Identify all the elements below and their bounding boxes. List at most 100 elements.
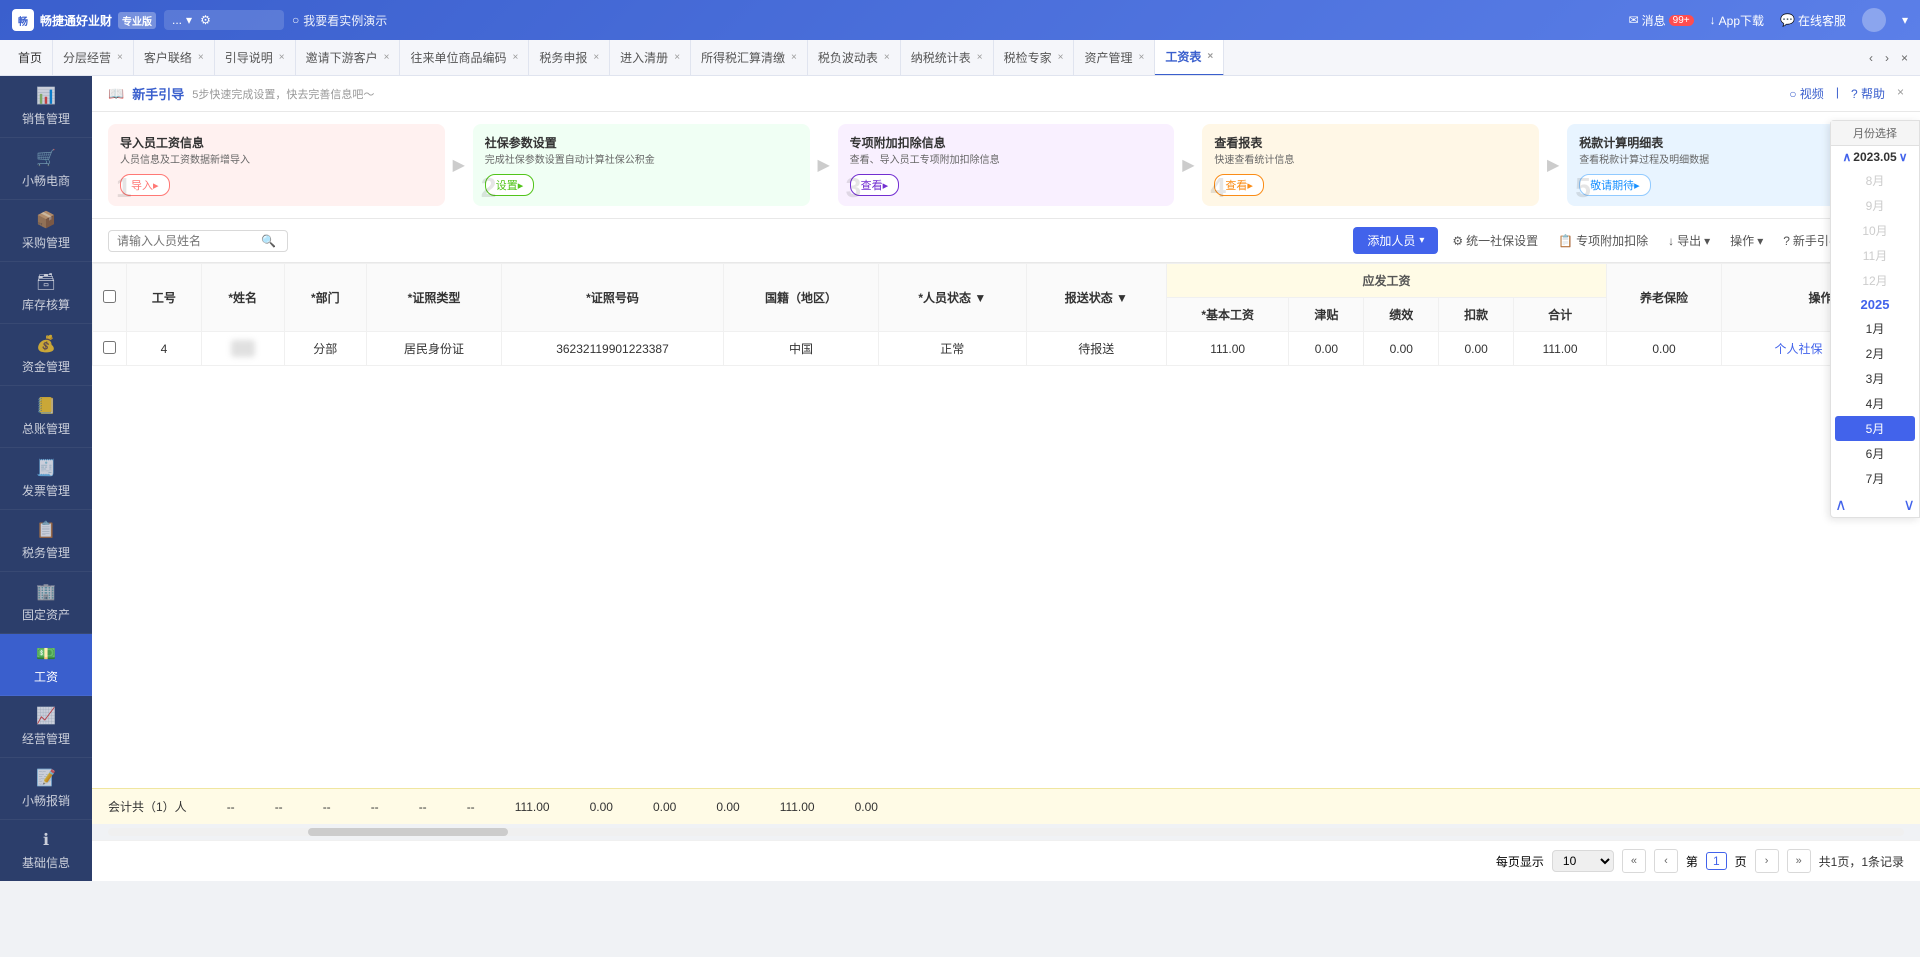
settings-icon[interactable]: ⚙ bbox=[200, 13, 211, 27]
guide-video-link[interactable]: ○ 视频 bbox=[1789, 85, 1824, 102]
personal-social-insurance-link[interactable]: 个人社保 bbox=[1774, 342, 1822, 356]
guide-close-button[interactable]: × bbox=[1897, 85, 1904, 102]
tab-prev-button[interactable]: ‹ bbox=[1865, 49, 1877, 67]
user-avatar[interactable] bbox=[1862, 8, 1886, 32]
step-desc-3: 查看、导入员工专项附加扣除信息 bbox=[850, 154, 1163, 168]
tab-tax-stats[interactable]: 纳税统计表 × bbox=[901, 40, 994, 76]
tab-tax-report-close[interactable]: × bbox=[593, 52, 599, 63]
col-total: 合计 bbox=[1514, 298, 1607, 332]
message-button[interactable]: ✉ 消息 99+ bbox=[1629, 12, 1694, 29]
tab-tax-expert-close[interactable]: × bbox=[1058, 52, 1064, 63]
month-item-4[interactable]: 4月 bbox=[1831, 391, 1919, 416]
tab-payroll-close[interactable]: × bbox=[1207, 51, 1213, 62]
tab-clear[interactable]: 进入清册 × bbox=[610, 40, 691, 76]
tab-guide[interactable]: 引导说明 × bbox=[215, 40, 296, 76]
tab-close-all-button[interactable]: × bbox=[1897, 49, 1912, 67]
step-arrow-1: ▶ bbox=[445, 151, 473, 179]
tab-goods-code[interactable]: 往来单位商品编码 × bbox=[400, 40, 529, 76]
tab-goods-code-close[interactable]: × bbox=[512, 52, 518, 63]
tab-clear-close[interactable]: × bbox=[674, 52, 680, 63]
col-dept: *部门 bbox=[284, 264, 367, 332]
sidebar-item-ledger[interactable]: 📒 总账管理 bbox=[0, 386, 92, 448]
month-item-7[interactable]: 7月 bbox=[1831, 466, 1919, 491]
tab-layered-close[interactable]: × bbox=[117, 52, 123, 63]
tab-assets[interactable]: 资产管理 × bbox=[1074, 40, 1155, 76]
horizontal-scrollbar[interactable] bbox=[108, 828, 1904, 836]
next-page-button[interactable]: › bbox=[1755, 849, 1779, 873]
select-all-checkbox[interactable] bbox=[103, 290, 116, 303]
year-next-button[interactable]: ∨ bbox=[1899, 150, 1908, 164]
month-item-8: 8月 bbox=[1831, 168, 1919, 193]
tab-tax-stats-close[interactable]: × bbox=[977, 52, 983, 63]
operations-button[interactable]: 操作 ▾ bbox=[1724, 228, 1769, 253]
sidebar-item-basic-info[interactable]: ℹ 基础信息 bbox=[0, 820, 92, 881]
last-page-button[interactable]: » bbox=[1787, 849, 1811, 873]
prev-page-button[interactable]: ‹ bbox=[1654, 849, 1678, 873]
tab-tax-relief[interactable]: 税负波动表 × bbox=[808, 40, 901, 76]
month-panel-scroll-up[interactable]: ∧ bbox=[1835, 495, 1847, 515]
tab-next-button[interactable]: › bbox=[1881, 49, 1893, 67]
per-page-select[interactable]: 10 20 50 bbox=[1552, 850, 1614, 872]
tab-tax-expert[interactable]: 税检专家 × bbox=[994, 40, 1075, 76]
add-person-button[interactable]: 添加人员 ▾ bbox=[1353, 227, 1438, 254]
sidebar-item-reports[interactable]: 📝 小畅报销 bbox=[0, 758, 92, 820]
first-page-button[interactable]: « bbox=[1622, 849, 1646, 873]
tab-tax-relief-close[interactable]: × bbox=[884, 52, 890, 63]
year-prev-button[interactable]: ∧ bbox=[1843, 150, 1852, 164]
sidebar-item-inventory[interactable]: 🗃 库存核算 bbox=[0, 262, 92, 324]
special-deduction-button[interactable]: 📋 专项附加扣除 bbox=[1552, 228, 1654, 253]
submit-filter-icon[interactable]: ▼ bbox=[1116, 291, 1128, 305]
tab-invite[interactable]: 邀请下游客户 × bbox=[296, 40, 401, 76]
user-menu-button[interactable]: ▾ bbox=[1902, 13, 1908, 27]
month-panel-scroll-down[interactable]: ∨ bbox=[1903, 495, 1915, 515]
sidebar-item-sales[interactable]: 📊 销售管理 bbox=[0, 76, 92, 138]
export-icon: ↓ bbox=[1668, 234, 1674, 248]
sidebar-item-tax[interactable]: 📋 税务管理 bbox=[0, 510, 92, 572]
pagination-bar: 每页显示 10 20 50 « ‹ 第 1 页 › » 共1页，1条记录 bbox=[92, 840, 1920, 881]
tab-tax-report[interactable]: 税务申报 × bbox=[529, 40, 610, 76]
sidebar-item-invoice[interactable]: 🧾 发票管理 bbox=[0, 448, 92, 510]
month-item-1[interactable]: 1月 bbox=[1831, 316, 1919, 341]
guide-help-link[interactable]: ? 帮助 bbox=[1851, 85, 1885, 102]
month-item-2[interactable]: 2月 bbox=[1831, 341, 1919, 366]
export-button[interactable]: ↓ 导出 ▾ bbox=[1662, 228, 1716, 253]
step-card-4: 查看报表 快速查看统计信息 查看▸ 4 bbox=[1202, 124, 1539, 206]
month-item-3[interactable]: 3月 bbox=[1831, 366, 1919, 391]
tab-guide-close[interactable]: × bbox=[279, 52, 285, 63]
row-checkbox[interactable] bbox=[103, 341, 116, 354]
demo-link[interactable]: ○ 我要看实例演示 bbox=[292, 12, 387, 29]
sidebar-item-fixed-assets[interactable]: 🏢 固定资产 bbox=[0, 572, 92, 634]
unified-social-insurance-button[interactable]: ⚙ 统一社保设置 bbox=[1446, 228, 1544, 253]
month-item-5[interactable]: 5月 bbox=[1835, 416, 1915, 441]
status-filter-icon[interactable]: ▼ bbox=[974, 291, 986, 305]
sidebar-item-ecommerce[interactable]: 🛒 小畅电商 bbox=[0, 138, 92, 200]
online-service-button[interactable]: 💬 在线客服 bbox=[1780, 12, 1846, 29]
sidebar-item-finance[interactable]: 💰 资金管理 bbox=[0, 324, 92, 386]
tab-invite-close[interactable]: × bbox=[384, 52, 390, 63]
search-input-wrap[interactable]: 🔍 bbox=[108, 230, 288, 252]
step-desc-1: 人员信息及工资数据新增导入 bbox=[120, 154, 433, 168]
tab-assets-close[interactable]: × bbox=[1138, 52, 1144, 63]
tab-tax-calc[interactable]: 所得税汇算清缴 × bbox=[691, 40, 808, 76]
app-download-button[interactable]: ↓ App下载 bbox=[1710, 12, 1764, 29]
sidebar-item-operations[interactable]: 📈 经营管理 bbox=[0, 696, 92, 758]
scrollbar-thumb[interactable] bbox=[308, 828, 508, 836]
sidebar-item-purchase[interactable]: 📦 采购管理 bbox=[0, 200, 92, 262]
tab-crm-label: 客户联络 bbox=[144, 49, 192, 66]
tab-crm[interactable]: 客户联络 × bbox=[134, 40, 215, 76]
tab-goods-code-label: 往来单位商品编码 bbox=[410, 49, 506, 66]
search-icon[interactable]: 🔍 bbox=[261, 234, 276, 248]
tab-home[interactable]: 首页 bbox=[8, 40, 53, 76]
search-input[interactable] bbox=[117, 234, 257, 248]
tab-tax-expert-label: 税检专家 bbox=[1004, 49, 1052, 66]
sidebar: 📊 销售管理 🛒 小畅电商 📦 采购管理 🗃 库存核算 💰 资金管理 📒 总账管… bbox=[0, 76, 92, 881]
operations-label: 操作 bbox=[1730, 232, 1754, 249]
tab-tax-calc-close[interactable]: × bbox=[791, 52, 797, 63]
tab-payroll[interactable]: 工资表 × bbox=[1155, 40, 1224, 76]
tab-layered[interactable]: 分层经营 × bbox=[53, 40, 134, 76]
tab-crm-close[interactable]: × bbox=[198, 52, 204, 63]
col-allowance: 津贴 bbox=[1289, 298, 1364, 332]
month-item-6[interactable]: 6月 bbox=[1831, 441, 1919, 466]
company-select[interactable]: ... ▾ ⚙ bbox=[164, 10, 284, 30]
sidebar-item-payroll[interactable]: 💵 工资 bbox=[0, 634, 92, 696]
